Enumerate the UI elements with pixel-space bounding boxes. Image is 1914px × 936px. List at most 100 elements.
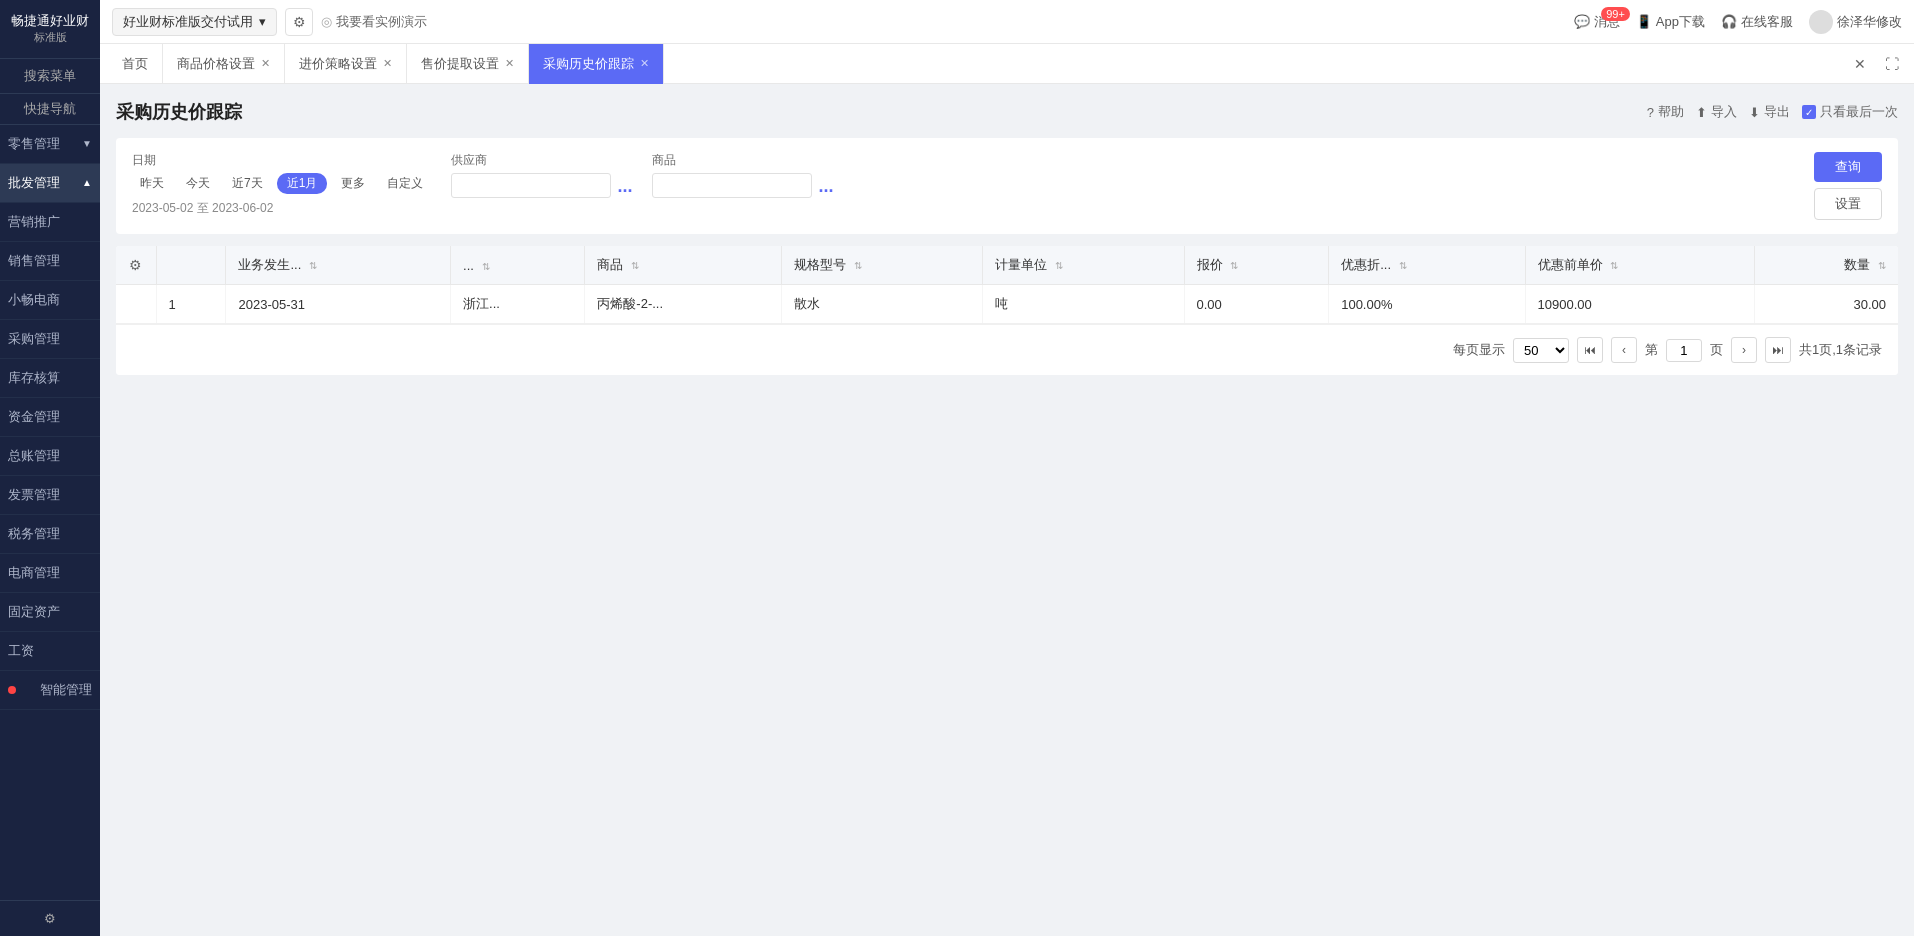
sort-icon[interactable]: ⇅ — [482, 261, 490, 272]
sidebar-item-marketing[interactable]: 营销推广 — [0, 203, 100, 242]
sidebar-item-inventory[interactable]: 库存核算 — [0, 359, 100, 398]
date-btn-1month[interactable]: 近1月 — [277, 173, 328, 194]
sort-icon[interactable]: ⇅ — [631, 260, 639, 271]
data-table-wrap: ⚙ 业务发生... ⇅ ... ⇅ 商品 ⇅ — [116, 246, 1898, 375]
sort-icon[interactable]: ⇅ — [854, 260, 862, 271]
tab-home[interactable]: 首页 — [108, 44, 163, 84]
page-label-prefix: 第 — [1645, 341, 1658, 359]
chevron-down-icon: ▾ — [259, 14, 266, 29]
sidebar-item-quicknav[interactable]: 快捷导航 — [0, 94, 100, 125]
product-selector[interactable]: 好业财标准版交付试用 ▾ — [112, 8, 277, 36]
tab-product-price[interactable]: 商品价格设置 ✕ — [163, 44, 285, 84]
sidebar-settings-btn[interactable]: ⚙ — [0, 900, 100, 936]
only-last-checkbox[interactable]: ✓ 只看最后一次 — [1802, 103, 1898, 121]
product-settings-btn[interactable]: ⚙ — [285, 8, 313, 36]
th-discount: 优惠折... ⇅ — [1329, 246, 1525, 285]
messages-btn[interactable]: 💬 消息 99+ — [1574, 13, 1620, 31]
first-page-btn[interactable]: ⏮ — [1577, 337, 1603, 363]
sidebar-item-tax[interactable]: 税务管理 — [0, 515, 100, 554]
import-btn[interactable]: ⬆ 导入 — [1696, 103, 1737, 121]
page-number-input[interactable] — [1666, 339, 1702, 362]
sidebar-item-invoice[interactable]: 发票管理 — [0, 476, 100, 515]
sidebar-item-retail[interactable]: 零售管理 ▼ — [0, 125, 100, 164]
product-more-btn[interactable]: ... — [818, 177, 833, 195]
sort-icon[interactable]: ⇅ — [1230, 260, 1238, 271]
th-unit: 计量单位 ⇅ — [983, 246, 1184, 285]
date-btn-7days[interactable]: 近7天 — [224, 173, 271, 194]
sidebar-item-ecommerce[interactable]: 电商管理 — [0, 554, 100, 593]
sidebar-item-payroll[interactable]: 工资 — [0, 632, 100, 671]
tabs-controls: ✕ ⛶ — [1846, 50, 1914, 78]
close-icon[interactable]: ✕ — [505, 57, 514, 70]
sidebar-item-ledger[interactable]: 总账管理 — [0, 437, 100, 476]
th-extra: ... ⇅ — [451, 246, 585, 285]
product-input[interactable] — [652, 173, 812, 198]
tab-purchase-history-price[interactable]: 采购历史价跟踪 ✕ — [529, 44, 664, 84]
sort-icon[interactable]: ⇅ — [309, 260, 317, 271]
table-row: 1 2023-05-31 浙江... 丙烯酸-2-... 散水 吨 0.00 1… — [116, 285, 1898, 324]
sidebar-item-purchase[interactable]: 采购管理 — [0, 320, 100, 359]
date-btn-custom[interactable]: 自定义 — [379, 173, 431, 194]
page-header: 采购历史价跟踪 ? 帮助 ⬆ 导入 ⬇ 导出 ✓ 只看最后一次 — [116, 100, 1898, 124]
page-label-suffix: 页 — [1710, 341, 1723, 359]
th-price: 报价 ⇅ — [1184, 246, 1329, 285]
sort-icon[interactable]: ⇅ — [1399, 260, 1407, 271]
date-btn-yesterday[interactable]: 昨天 — [132, 173, 172, 194]
close-icon[interactable]: ✕ — [261, 57, 270, 70]
demo-link[interactable]: ◎ 我要看实例演示 — [321, 13, 427, 31]
import-icon: ⬆ — [1696, 105, 1707, 120]
question-icon: ? — [1647, 105, 1654, 120]
sidebar-item-ecommerce-small[interactable]: 小畅电商 — [0, 281, 100, 320]
user-profile-btn[interactable]: 徐泽华修改 — [1809, 10, 1902, 34]
data-table: ⚙ 业务发生... ⇅ ... ⇅ 商品 ⇅ — [116, 246, 1898, 324]
play-icon: ◎ — [321, 14, 332, 29]
main-area: 好业财标准版交付试用 ▾ ⚙ ◎ 我要看实例演示 💬 消息 99+ 📱 App下… — [100, 0, 1914, 936]
maximize-tab-btn[interactable]: ⛶ — [1878, 50, 1906, 78]
supplier-filter-label: 供应商 — [451, 152, 632, 169]
product-filter-group: 商品 ... — [652, 152, 833, 198]
supplier-more-btn[interactable]: ... — [617, 177, 632, 195]
settings-btn[interactable]: 设置 — [1814, 188, 1882, 220]
prev-page-btn[interactable]: ‹ — [1611, 337, 1637, 363]
table-header-row: ⚙ 业务发生... ⇅ ... ⇅ 商品 ⇅ — [116, 246, 1898, 285]
product-filter-label: 商品 — [652, 152, 833, 169]
next-page-btn[interactable]: › — [1731, 337, 1757, 363]
column-settings-icon[interactable]: ⚙ — [129, 257, 142, 273]
sidebar-item-search[interactable]: 搜索菜单 — [0, 59, 100, 94]
online-service-btn[interactable]: 🎧 在线客服 — [1721, 13, 1793, 31]
messages-badge: 99+ — [1601, 7, 1630, 21]
date-btn-more[interactable]: 更多 — [333, 173, 373, 194]
tab-price-extract[interactable]: 售价提取设置 ✕ — [407, 44, 529, 84]
date-btn-today[interactable]: 今天 — [178, 173, 218, 194]
query-btn[interactable]: 查询 — [1814, 152, 1882, 182]
td-discount: 100.00% — [1329, 285, 1525, 324]
sidebar-item-smart[interactable]: 智能管理 — [0, 671, 100, 710]
td-quantity: 30.00 — [1754, 285, 1898, 324]
page-size-select[interactable]: 50 10 20 100 — [1513, 338, 1569, 363]
sort-icon[interactable]: ⇅ — [1055, 260, 1063, 271]
sidebar-item-sales[interactable]: 销售管理 — [0, 242, 100, 281]
help-btn[interactable]: ? 帮助 — [1647, 103, 1684, 121]
date-filter-label: 日期 — [132, 152, 431, 169]
app-download-btn[interactable]: 📱 App下载 — [1636, 13, 1705, 31]
close-icon[interactable]: ✕ — [640, 57, 649, 70]
td-index: 1 — [156, 285, 226, 324]
sort-icon[interactable]: ⇅ — [1610, 260, 1618, 271]
close-icon[interactable]: ✕ — [383, 57, 392, 70]
pagination: 每页显示 50 10 20 100 ⏮ ‹ 第 页 › ⏭ 共1页,1条记录 — [116, 324, 1898, 375]
sidebar-item-fixed-assets[interactable]: 固定资产 — [0, 593, 100, 632]
th-pre-discount-price: 优惠前单价 ⇅ — [1525, 246, 1754, 285]
supplier-input[interactable] — [451, 173, 611, 198]
page-title: 采购历史价跟踪 — [116, 100, 242, 124]
filter-bar: 日期 昨天 今天 近7天 近1月 更多 自定义 2023-05-02 至 202… — [116, 138, 1898, 234]
sidebar-item-finance[interactable]: 资金管理 — [0, 398, 100, 437]
th-index — [156, 246, 226, 285]
sort-icon[interactable]: ⇅ — [1878, 260, 1886, 271]
tab-purchase-strategy[interactable]: 进价策略设置 ✕ — [285, 44, 407, 84]
sidebar-item-wholesale[interactable]: 批发管理 ▲ — [0, 164, 100, 203]
td-date: 2023-05-31 — [226, 285, 451, 324]
close-tab-btn[interactable]: ✕ — [1846, 50, 1874, 78]
topbar-right: 💬 消息 99+ 📱 App下载 🎧 在线客服 徐泽华修改 — [1574, 10, 1902, 34]
last-page-btn[interactable]: ⏭ — [1765, 337, 1791, 363]
export-btn[interactable]: ⬇ 导出 — [1749, 103, 1790, 121]
